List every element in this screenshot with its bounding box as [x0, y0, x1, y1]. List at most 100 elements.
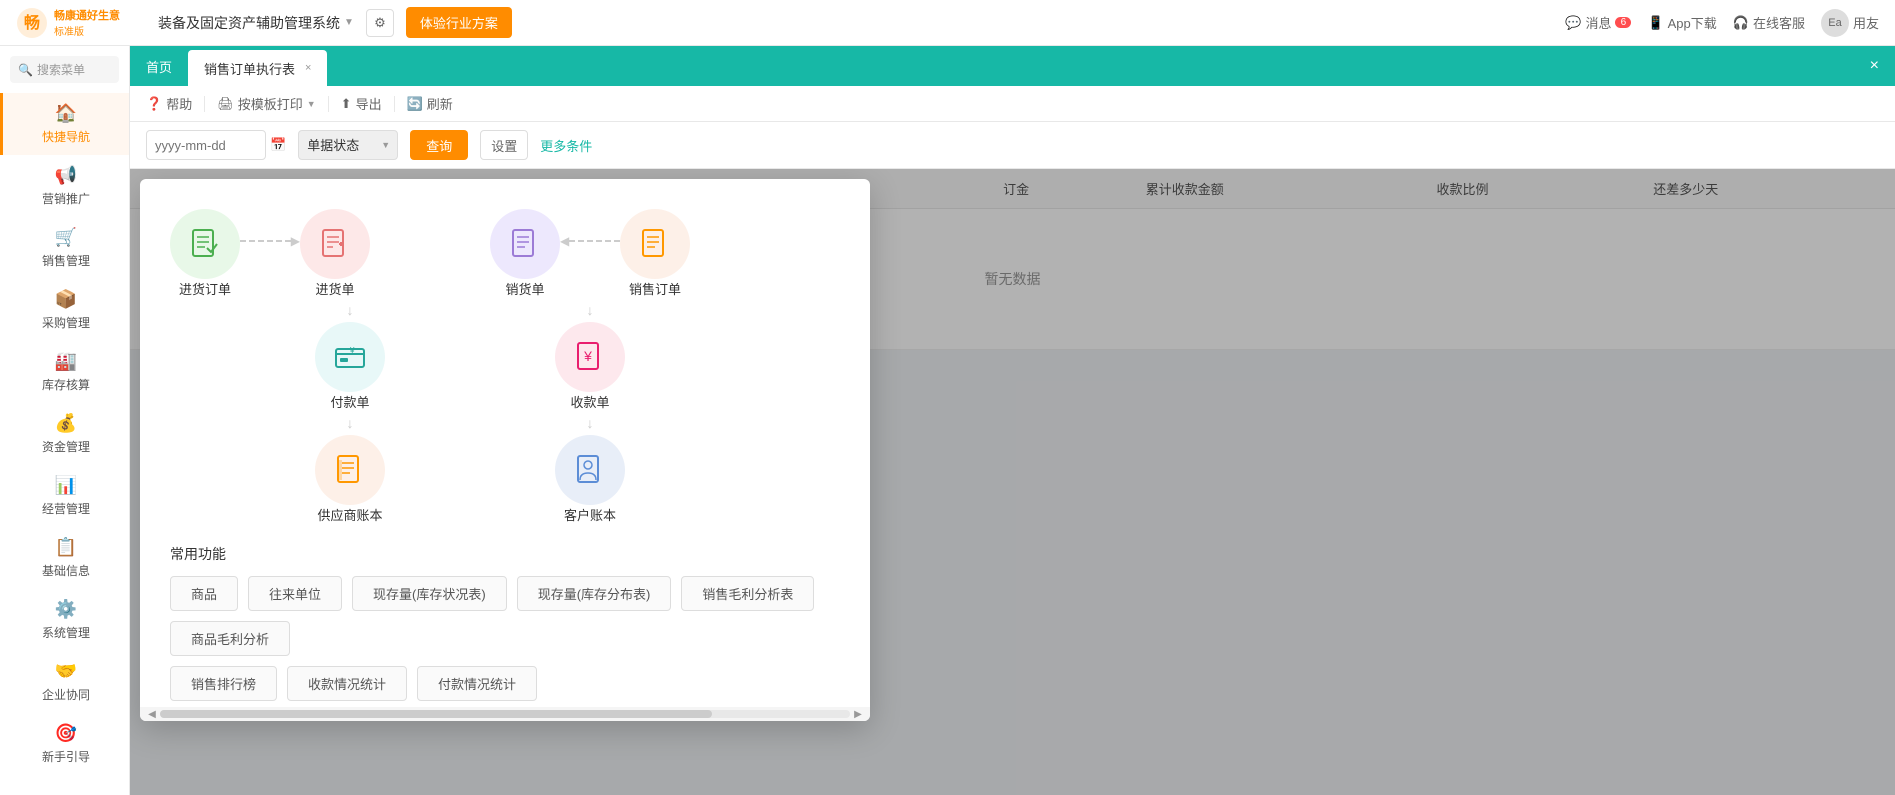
- flow-row-arrows-2: ↓ ↓: [290, 411, 840, 435]
- export-button[interactable]: ⬆ 导出: [341, 94, 382, 113]
- refresh-button[interactable]: 🔄 刷新: [407, 94, 453, 113]
- sales-bill-circle[interactable]: [490, 209, 560, 279]
- headset-icon: 🎧: [1733, 15, 1749, 31]
- sidebar-item-inventory[interactable]: 🏭 库存核算: [0, 341, 129, 403]
- sales-order-icon: [637, 226, 673, 262]
- svg-text:畅: 畅: [24, 13, 40, 32]
- common-btn-sales-rank[interactable]: 销售排行榜: [170, 666, 277, 701]
- purchase-bill-icon: [317, 226, 353, 262]
- svg-text:¥: ¥: [583, 348, 592, 364]
- phone-icon: 📱: [1647, 15, 1663, 31]
- payment-label: 付款单: [330, 392, 369, 411]
- message-button[interactable]: 💬 消息 6: [1565, 13, 1631, 32]
- top-bar: 畅 畅康通好生意 标准版 装备及固定资产辅助管理系统 ▼ ⚙ 体验行业方案 💬 …: [0, 0, 1895, 46]
- flow-node-sales-order: 销售订单: [620, 209, 690, 298]
- flow-node-sales-bill: 销货单: [490, 209, 560, 298]
- scroll-left-button[interactable]: ◀: [144, 706, 160, 721]
- supplier-ledger-circle[interactable]: [315, 435, 385, 505]
- spacer-mid-2: [410, 322, 530, 411]
- tab-bar: 首页 销售订单执行表 × ×: [130, 46, 1895, 86]
- flow-node-receipt: ¥ 收款单: [530, 322, 650, 411]
- common-btn-inventory-status[interactable]: 现存量(库存状况表): [352, 576, 507, 611]
- experience-button[interactable]: 体验行业方案: [406, 7, 512, 38]
- marketing-icon: 📢: [55, 165, 77, 186]
- online-service-button[interactable]: 🎧 在线客服: [1733, 13, 1805, 32]
- flow-row-arrows: ↓ ↓: [290, 298, 840, 322]
- flow-section: 进货订单 ▶: [140, 179, 870, 544]
- toolbar-separator-2: [328, 96, 329, 112]
- app-download-button[interactable]: 📱 App下载: [1647, 13, 1716, 32]
- calendar-icon: 📅: [270, 137, 286, 153]
- sidebar-item-quick-nav[interactable]: 🏠 快捷导航: [0, 93, 129, 155]
- arrow-sales-order-to-bill: ◀: [560, 234, 620, 248]
- purchase-order-circle[interactable]: [170, 209, 240, 279]
- sidebar-item-marketing[interactable]: 📢 营销推广: [0, 155, 129, 217]
- sidebar-item-newbie[interactable]: 🎯 新手引导: [0, 713, 129, 775]
- content-area: 首页 销售订单执行表 × × ❓ 帮助 🖨 按模板打印 ▼: [130, 46, 1895, 795]
- user-menu-button[interactable]: Ea 用友: [1821, 9, 1879, 37]
- sales-icon: 🛒: [55, 227, 77, 248]
- tab-bar-close-button[interactable]: ×: [1870, 57, 1879, 75]
- logo-area: 畅 畅康通好生意 标准版: [16, 7, 146, 39]
- tab-home[interactable]: 首页: [130, 46, 188, 86]
- common-btn-partner[interactable]: 往来单位: [248, 576, 342, 611]
- payment-icon: ¥: [332, 339, 368, 375]
- finance-icon: 💰: [55, 413, 77, 434]
- common-btn-inventory-dist[interactable]: 现存量(库存分布表): [517, 576, 672, 611]
- top-right-actions: 💬 消息 6 📱 App下载 🎧 在线客服 Ea 用友: [1565, 9, 1879, 37]
- message-badge: 6: [1615, 17, 1631, 28]
- template-print-button[interactable]: 🖨 按模板打印 ▼: [217, 94, 315, 113]
- sidebar-item-basic[interactable]: 📋 基础信息: [0, 527, 129, 589]
- app-container: 畅 畅康通好生意 标准版 装备及固定资产辅助管理系统 ▼ ⚙ 体验行业方案 💬 …: [0, 0, 1895, 795]
- scrollbar-track[interactable]: [160, 710, 850, 718]
- tab-close-button[interactable]: ×: [305, 62, 311, 74]
- sales-order-circle[interactable]: [620, 209, 690, 279]
- tab-sales-order[interactable]: 销售订单执行表 ×: [188, 50, 327, 86]
- payment-circle[interactable]: ¥: [315, 322, 385, 392]
- sidebar-item-operation[interactable]: 📊 经营管理: [0, 465, 129, 527]
- set-button[interactable]: 设置: [480, 130, 528, 160]
- spacer-mid-3: [410, 411, 530, 435]
- flow-node-purchase-bill: 进货单: [300, 209, 370, 298]
- flow-row-3: 供应商账本: [290, 435, 840, 524]
- query-button[interactable]: 查询: [410, 130, 468, 160]
- settings-gear-button[interactable]: ⚙: [366, 9, 394, 37]
- scroll-right-button[interactable]: ▶: [850, 706, 866, 721]
- common-btn-receipt-stats[interactable]: 收款情况统计: [287, 666, 407, 701]
- search-menu-button[interactable]: 🔍 搜索菜单: [10, 56, 119, 83]
- sidebar-item-sales[interactable]: 🛒 销售管理: [0, 217, 129, 279]
- spacer-mid-4: [410, 435, 530, 524]
- purchase-icon: 📦: [55, 289, 77, 310]
- sidebar-item-purchase[interactable]: 📦 采购管理: [0, 279, 129, 341]
- sales-order-label: 销售订单: [629, 279, 681, 298]
- receipt-icon: ¥: [572, 339, 608, 375]
- basic-icon: 📋: [55, 537, 77, 558]
- customer-ledger-circle[interactable]: [555, 435, 625, 505]
- sidebar-item-system[interactable]: ⚙️ 系统管理: [0, 589, 129, 651]
- common-btn-sales-gross[interactable]: 销售毛利分析表: [681, 576, 814, 611]
- arrow-down-purchase: ↓: [290, 298, 410, 322]
- status-filter-wrap: 单据状态: [298, 130, 398, 160]
- modal-overlay[interactable]: 进货订单 ▶: [130, 169, 1895, 795]
- common-btn-payment-stats[interactable]: 付款情况统计: [417, 666, 537, 701]
- purchase-order-label: 进货订单: [179, 279, 231, 298]
- purchase-bill-circle[interactable]: [300, 209, 370, 279]
- sidebar-item-enterprise[interactable]: 🤝 企业协同: [0, 651, 129, 713]
- common-btn-goods-gross[interactable]: 商品毛利分析: [170, 621, 290, 656]
- common-btn-goods[interactable]: 商品: [170, 576, 238, 611]
- sales-bill-label: 销货单: [505, 279, 544, 298]
- scrollbar-thumb[interactable]: [160, 710, 712, 718]
- operation-icon: 📊: [55, 475, 77, 496]
- system-title-dropdown[interactable]: 装备及固定资产辅助管理系统 ▼: [158, 13, 354, 33]
- search-icon: 🔍: [18, 63, 33, 77]
- more-conditions-link[interactable]: 更多条件: [540, 136, 592, 155]
- status-filter-select[interactable]: 单据状态: [298, 130, 398, 160]
- title-dropdown-arrow: ▼: [344, 17, 354, 28]
- sidebar-item-finance[interactable]: 💰 资金管理: [0, 403, 129, 465]
- customer-ledger-icon: [572, 452, 608, 488]
- flow-row-1: 进货订单 ▶: [170, 209, 840, 298]
- date-start-input[interactable]: [146, 130, 266, 160]
- help-button[interactable]: ❓ 帮助: [146, 94, 192, 113]
- flow-node-purchase-order: 进货订单: [170, 209, 240, 298]
- receipt-circle[interactable]: ¥: [555, 322, 625, 392]
